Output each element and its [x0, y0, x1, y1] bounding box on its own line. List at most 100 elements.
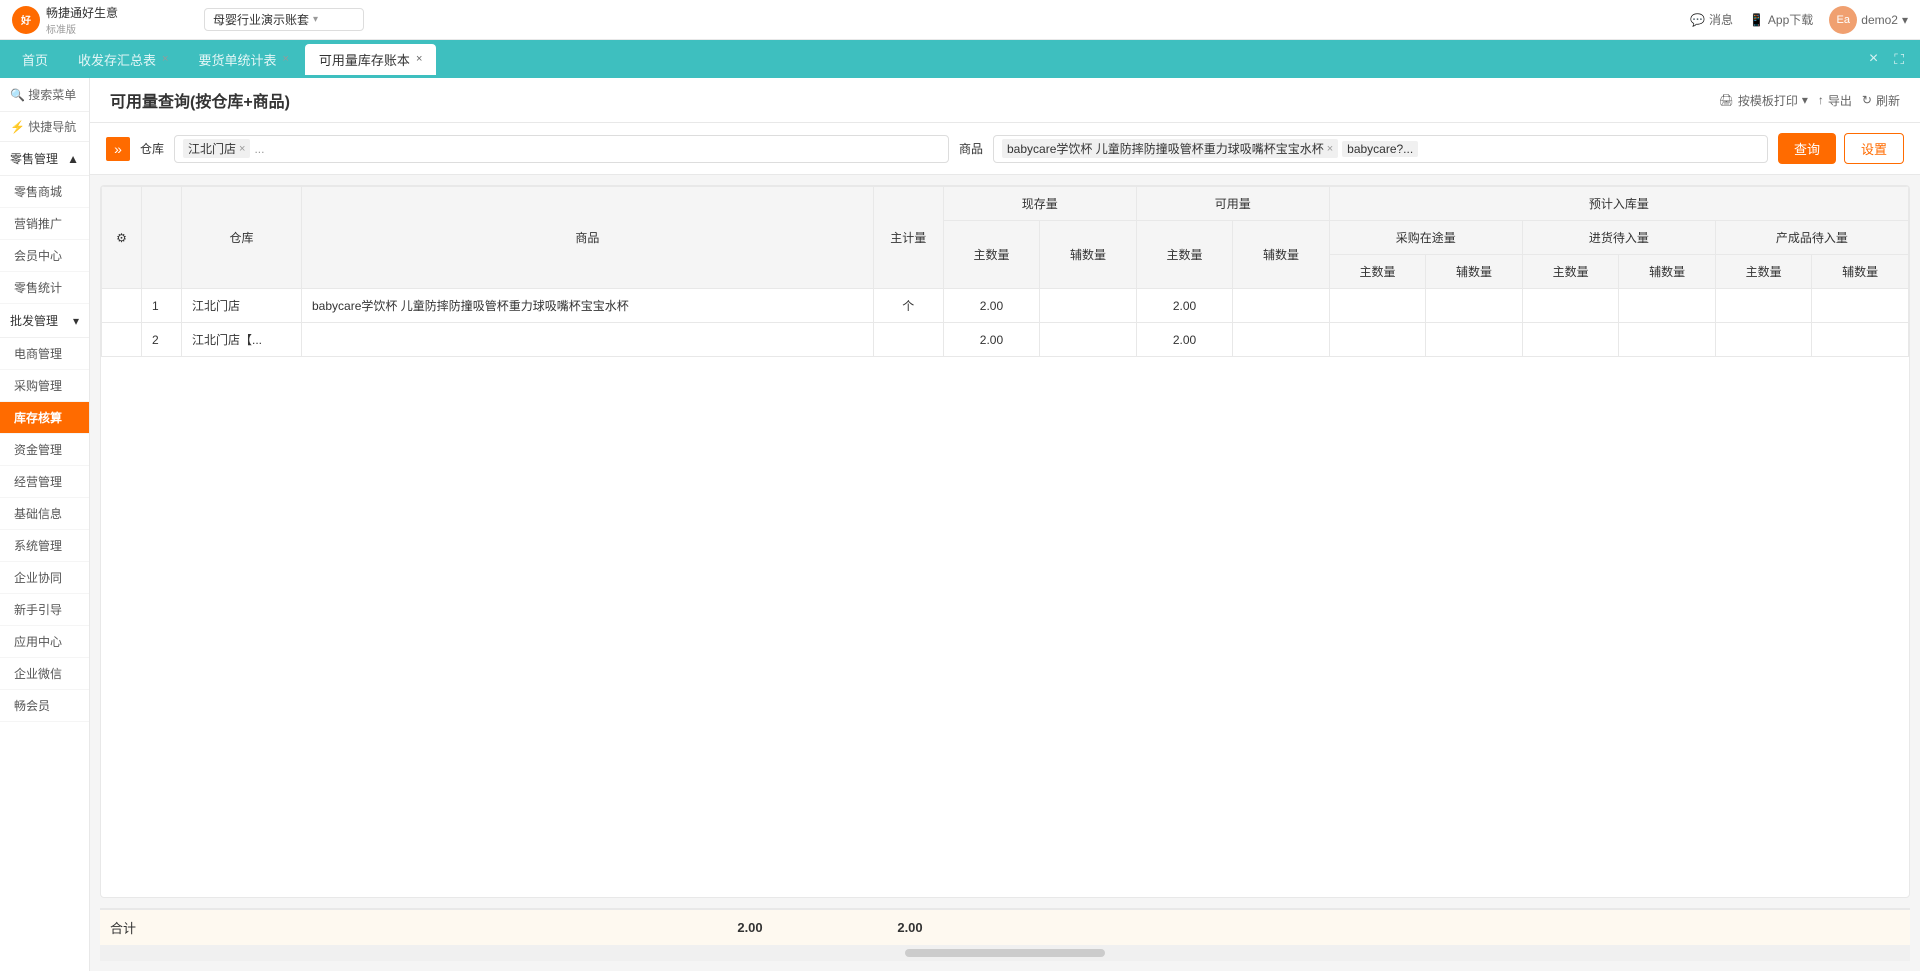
- page-header: 可用量查询(按仓库+商品) 🖨 按模板打印 ▾ ↑ 导出 ↻ 刷新: [90, 78, 1920, 123]
- product-tag-2: babycare?...: [1342, 141, 1418, 157]
- query-btn[interactable]: 查询: [1778, 133, 1836, 164]
- sidebar-group-retail[interactable]: 零售管理 ▲: [0, 142, 89, 176]
- cell-settings: [102, 289, 142, 323]
- cell-settings: [102, 323, 142, 357]
- filter-right-btns: 查询 设置: [1778, 133, 1904, 164]
- warehouse-tag-text: 江北门店: [188, 140, 236, 157]
- th-purchase-main: 主数量: [1329, 255, 1426, 289]
- cell-purchase-main: [1329, 289, 1426, 323]
- sidebar-item-app-center[interactable]: 应用中心: [0, 626, 89, 658]
- print-icon: 🖨: [1719, 93, 1734, 107]
- user-menu[interactable]: Ea demo2 ▾: [1829, 6, 1908, 34]
- app-download-btn[interactable]: 📱 App下载: [1749, 11, 1813, 28]
- product-filter[interactable]: babycare学饮杯 儿童防摔防撞吸管杯重力球吸嘴杯宝宝水杯 × babyca…: [993, 135, 1768, 163]
- cell-product: [302, 323, 874, 357]
- warehouse-tag-close[interactable]: ×: [239, 143, 245, 155]
- tab-bar-expand-btn[interactable]: ⛶: [1886, 47, 1912, 72]
- cell-incoming-sub: [1619, 323, 1716, 357]
- content-area: 可用量查询(按仓库+商品) 🖨 按模板打印 ▾ ↑ 导出 ↻ 刷新 »: [90, 78, 1920, 971]
- sidebar-item-member[interactable]: 会员中心: [0, 240, 89, 272]
- sidebar-group-retail-label: 零售管理: [10, 150, 58, 167]
- scroll-thumb[interactable]: [905, 949, 1105, 957]
- page-title: 可用量查询(按仓库+商品): [110, 88, 290, 112]
- tab-available-inventory[interactable]: 可用量库存账本 ×: [305, 44, 436, 75]
- warehouse-filter[interactable]: 江北门店 × ...: [174, 135, 949, 163]
- th-settings[interactable]: ⚙: [102, 187, 142, 289]
- cell-unit: 个: [873, 289, 943, 323]
- cell-available-main: 2.00: [1136, 289, 1233, 323]
- cell-purchase-main: [1329, 323, 1426, 357]
- sidebar-item-purchase[interactable]: 采购管理: [0, 370, 89, 402]
- th-available-qty: 可用量: [1136, 187, 1329, 221]
- sidebar-item-member2[interactable]: 畅会员: [0, 690, 89, 722]
- top-right: 💬 消息 📱 App下载 Ea demo2 ▾: [1690, 6, 1908, 34]
- tab-bar-close-btn[interactable]: ×: [1861, 46, 1886, 72]
- logo-sub: 标准版: [46, 21, 118, 36]
- refresh-label: 刷新: [1876, 92, 1900, 109]
- product-label: 商品: [959, 140, 983, 157]
- warehouse-label: 仓库: [140, 140, 164, 157]
- app-download-label: App下载: [1768, 11, 1813, 28]
- sidebar-item-ecommerce[interactable]: 电商管理: [0, 338, 89, 370]
- main-layout: 🔍 搜索菜单 ⚡ 快捷导航 零售管理 ▲ 零售商城 营销推广 会员中心 零售统计…: [0, 78, 1920, 971]
- settings-btn[interactable]: 设置: [1844, 133, 1904, 164]
- tab-order-stats-close[interactable]: ×: [282, 53, 288, 65]
- tab-receive-summary[interactable]: 收发存汇总表 ×: [64, 44, 182, 75]
- sidebar-item-enterprise[interactable]: 企业协同: [0, 562, 89, 594]
- cell-current-sub: [1040, 323, 1137, 357]
- th-available-sub: 辅数量: [1233, 221, 1330, 289]
- tab-home[interactable]: 首页: [8, 44, 62, 75]
- phone-icon: 📱: [1749, 13, 1764, 27]
- sidebar-item-operations[interactable]: 经营管理: [0, 466, 89, 498]
- cell-available-main: 2.00: [1136, 323, 1233, 357]
- tab-receive-summary-close[interactable]: ×: [162, 53, 168, 65]
- tab-order-stats[interactable]: 要货单统计表 ×: [184, 44, 302, 75]
- message-btn[interactable]: 💬 消息: [1690, 11, 1733, 28]
- th-no: [142, 187, 182, 289]
- th-product-main: 主数量: [1715, 255, 1812, 289]
- sidebar-search[interactable]: 🔍 搜索菜单: [0, 78, 89, 112]
- sidebar-group-wholesale-label: 批发管理: [10, 312, 58, 329]
- export-btn[interactable]: ↑ 导出: [1818, 92, 1852, 109]
- avatar: Ea: [1829, 6, 1857, 34]
- sidebar-item-enterprise-wx[interactable]: 企业微信: [0, 658, 89, 690]
- header-actions: 🖨 按模板打印 ▾ ↑ 导出 ↻ 刷新: [1719, 92, 1900, 109]
- sidebar-item-finance[interactable]: 资金管理: [0, 434, 89, 466]
- sidebar-item-inventory[interactable]: 库存核算: [0, 402, 89, 434]
- sidebar: 🔍 搜索菜单 ⚡ 快捷导航 零售管理 ▲ 零售商城 营销推广 会员中心 零售统计…: [0, 78, 90, 971]
- sidebar-group-wholesale[interactable]: 批发管理 ▾: [0, 304, 89, 338]
- top-bar: 好 畅捷通好生意 标准版 母婴行业演示账套 ▾ 💬 消息 📱 App下载 Ea …: [0, 0, 1920, 40]
- product-tag-2-text: babycare?...: [1347, 142, 1413, 156]
- cell-incoming-main: [1522, 289, 1619, 323]
- sidebar-item-system[interactable]: 系统管理: [0, 530, 89, 562]
- user-dropdown-icon: ▾: [1902, 13, 1908, 27]
- product-tag-1-close[interactable]: ×: [1327, 143, 1333, 155]
- print-template-btn[interactable]: 🖨 按模板打印 ▾: [1719, 92, 1808, 109]
- tab-available-inventory-label: 可用量库存账本: [319, 50, 410, 69]
- table-row: 2 江北门店【... 2.00 2.00: [102, 323, 1909, 357]
- sidebar-item-new-guide[interactable]: 新手引导: [0, 594, 89, 626]
- tab-available-inventory-close[interactable]: ×: [416, 53, 422, 65]
- refresh-btn[interactable]: ↻ 刷新: [1862, 92, 1900, 109]
- cell-unit: [873, 323, 943, 357]
- store-selector[interactable]: 母婴行业演示账套 ▾: [204, 8, 364, 31]
- product-tag-1-text: babycare学饮杯 儿童防摔防撞吸管杯重力球吸嘴杯宝宝水杯: [1007, 140, 1324, 157]
- sidebar-item-basic[interactable]: 基础信息: [0, 498, 89, 530]
- warehouse-more[interactable]: ...: [254, 142, 264, 156]
- table-container: ⚙ 仓库 商品 主计量 现存量 可用量 预计入库量 主数量 辅数量 主数量 辅数…: [100, 185, 1910, 898]
- th-current-main: 主数量: [943, 221, 1040, 289]
- th-forecast-in: 预计入库量: [1329, 187, 1908, 221]
- cell-purchase-sub: [1426, 289, 1523, 323]
- cell-warehouse: 江北门店: [182, 289, 302, 323]
- sidebar-item-marketing[interactable]: 营销推广: [0, 208, 89, 240]
- sidebar-item-retail-stats[interactable]: 零售统计: [0, 272, 89, 304]
- sidebar-quick-nav[interactable]: ⚡ 快捷导航: [0, 112, 89, 142]
- logo-area: 好 畅捷通好生意 标准版: [12, 4, 192, 36]
- store-dropdown-icon: ▾: [313, 14, 318, 25]
- horizontal-scrollbar[interactable]: [100, 945, 1910, 961]
- th-warehouse: 仓库: [182, 187, 302, 289]
- sidebar-item-retail-mall[interactable]: 零售商城: [0, 176, 89, 208]
- cell-no: 2: [142, 323, 182, 357]
- filter-expand-btn[interactable]: »: [106, 137, 130, 161]
- th-product: 商品: [302, 187, 874, 289]
